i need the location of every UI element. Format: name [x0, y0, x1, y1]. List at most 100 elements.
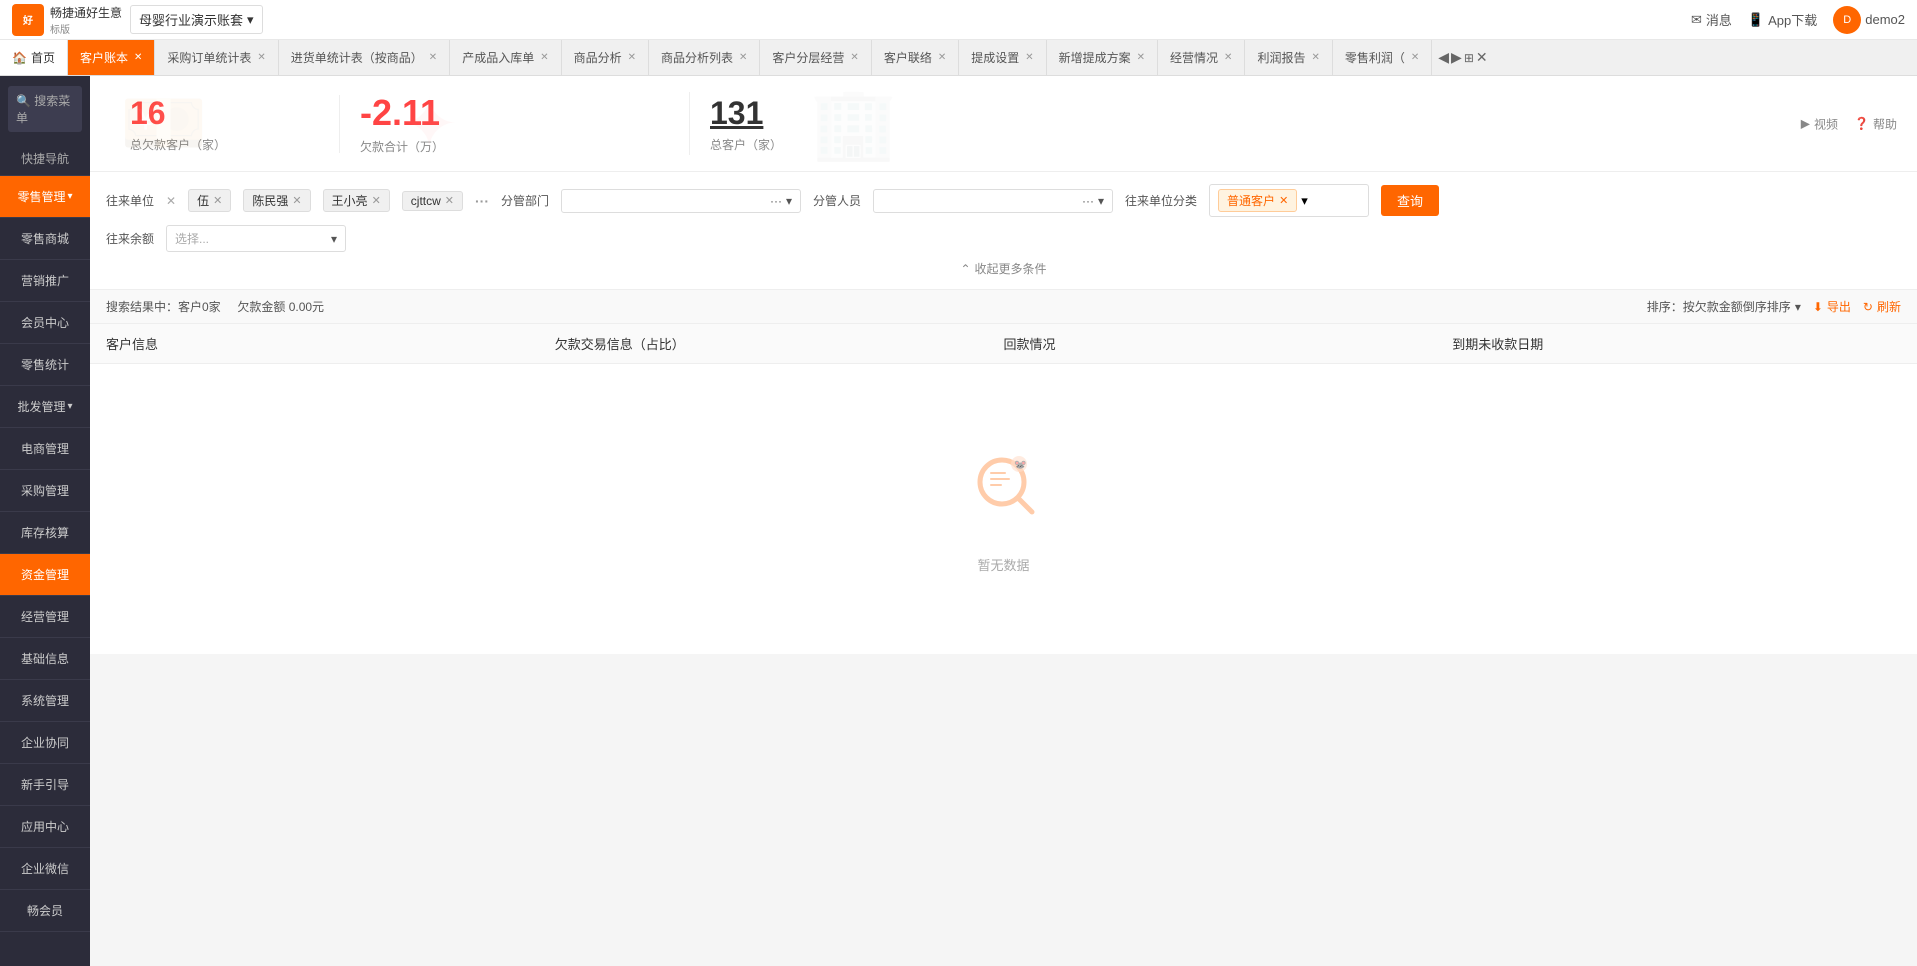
tab-close-icon[interactable]: ✕: [1411, 52, 1419, 63]
export-icon: ⬇: [1813, 300, 1823, 314]
filter-more-tags[interactable]: ···: [475, 193, 489, 209]
nav-arrows: ◀ ▶ ⊞ ✕: [1432, 49, 1493, 66]
tab-purchase-order[interactable]: 采购订单统计表 ✕: [155, 40, 278, 75]
tab-goods-analysis-list[interactable]: 商品分析列表 ✕: [649, 40, 760, 75]
sidebar-item-system-mgmt[interactable]: 系统管理: [0, 680, 90, 722]
sidebar-item-wholesale-mgmt[interactable]: 批发管理 ▾: [0, 386, 90, 428]
logo-area: 好 畅捷通好生意 标版: [12, 4, 122, 36]
sidebar-item-app-center[interactable]: 应用中心: [0, 806, 90, 848]
th-arrears-info: 欠款交易信息（占比）: [555, 334, 1004, 353]
sidebar-item-enterprise-collab[interactable]: 企业协同: [0, 722, 90, 764]
tag-remove-wu[interactable]: ✕: [213, 194, 222, 207]
tab-cost-in[interactable]: 产成品入库单 ✕: [450, 40, 561, 75]
sidebar: 🔍 搜索菜单 快捷导航 零售管理 ▾ 零售商城 营销推广 会员中心 零售统计 批…: [0, 76, 90, 966]
tab-customer-book[interactable]: 客户账本 ✕: [68, 40, 155, 75]
sidebar-item-operation-mgmt[interactable]: 经营管理: [0, 596, 90, 638]
tab-goods-analysis[interactable]: 商品分析 ✕: [562, 40, 649, 75]
collapse-button[interactable]: ⌃ 收起更多条件: [960, 260, 1046, 277]
sidebar-item-purchase-mgmt[interactable]: 采购管理: [0, 470, 90, 512]
table-header: 客户信息 欠款交易信息（占比） 回款情况 到期未收款日期: [90, 324, 1917, 364]
empty-icon: 🐭: [964, 444, 1044, 543]
user-profile[interactable]: D demo2: [1833, 6, 1905, 34]
filter-tag-chen: 陈民强 ✕: [243, 189, 310, 212]
empty-text: 暂无数据: [977, 555, 1029, 574]
search-menu-button[interactable]: 🔍 搜索菜单: [8, 86, 82, 132]
filter-tag-cjttcw: cjttcw ✕: [402, 191, 463, 211]
tab-close-icon[interactable]: ✕: [739, 52, 747, 63]
account-selector[interactable]: 母婴行业演示账套 ▾: [130, 5, 263, 34]
tab-goods-stats[interactable]: 进货单统计表（按商品） ✕: [279, 40, 450, 75]
tab-close-icon[interactable]: ✕: [850, 52, 858, 63]
sidebar-item-finance-mgmt[interactable]: 资金管理: [0, 554, 90, 596]
tab-customer-contact[interactable]: 客户联络 ✕: [872, 40, 959, 75]
tab-close-icon[interactable]: ✕: [1311, 52, 1319, 63]
sidebar-item-retail-mall[interactable]: 零售商城: [0, 218, 90, 260]
tab-promotion-settings[interactable]: 提成设置 ✕: [959, 40, 1046, 75]
stat2-item: -2.11 欠款合计（万）: [340, 92, 690, 155]
result-bar-right: 排序：按欠款金额倒序排序 ▾ ⬇ 导出 ↻ 刷新: [1647, 298, 1901, 315]
tab-close-icon[interactable]: ✕: [1025, 52, 1033, 63]
query-button[interactable]: 查询: [1381, 185, 1439, 216]
person-select[interactable]: ··· ▾: [873, 189, 1113, 213]
sidebar-item-retail-stats[interactable]: 零售统计: [0, 344, 90, 386]
sidebar-item-new-guide[interactable]: 新手引导: [0, 764, 90, 806]
export-button[interactable]: ⬇ 导出: [1813, 298, 1851, 315]
tab-close-icon[interactable]: ✕: [628, 52, 636, 63]
message-icon: ✉: [1691, 12, 1702, 28]
sidebar-item-marketing[interactable]: 营销推广: [0, 260, 90, 302]
tab-close-icon[interactable]: ✕: [540, 52, 548, 63]
sidebar-item-member-center[interactable]: 会员中心: [0, 302, 90, 344]
tag-remove-chen[interactable]: ✕: [292, 194, 301, 207]
tag-remove-cjttcw[interactable]: ✕: [445, 194, 454, 207]
filter-tag-wang: 王小亮 ✕: [323, 189, 390, 212]
tab-close-icon[interactable]: ✕: [1137, 52, 1145, 63]
sidebar-item-retail-mgmt[interactable]: 零售管理 ▾: [0, 176, 90, 218]
video-button[interactable]: ▶ 视频: [1801, 115, 1838, 132]
refresh-button[interactable]: ↻ 刷新: [1863, 298, 1901, 315]
sidebar-item-inventory-check[interactable]: 库存核算: [0, 512, 90, 554]
person-search-icon: ···: [1082, 194, 1094, 208]
result-text: 搜索结果中：客户0家 欠款金额 0.00元: [106, 298, 324, 315]
stat-help-area: ▶ 视频 ❓ 帮助: [1801, 115, 1897, 132]
sidebar-item-quick-nav[interactable]: 快捷导航: [0, 142, 90, 176]
top-bar: 好 畅捷通好生意 标版 母婴行业演示账套 ▾ ✉ 消息 📱 App下载 D de…: [0, 0, 1917, 40]
help-button[interactable]: ❓ 帮助: [1854, 115, 1897, 132]
classify-select[interactable]: 普通客户 ✕ ▾: [1209, 184, 1369, 217]
sidebar-item-enterprise-wechat[interactable]: 企业微信: [0, 848, 90, 890]
tab-home[interactable]: 🏠 首页: [0, 40, 68, 75]
nav-close-all-icon[interactable]: ✕: [1476, 49, 1488, 66]
result-bar: 搜索结果中：客户0家 欠款金额 0.00元 排序：按欠款金额倒序排序 ▾ ⬇ 导…: [90, 290, 1917, 324]
refresh-icon: ↻: [1863, 300, 1873, 314]
dept-label: 分管部门: [501, 192, 549, 209]
sidebar-item-basic-info[interactable]: 基础信息: [0, 638, 90, 680]
message-button[interactable]: ✉ 消息: [1691, 10, 1732, 29]
collapse-row: ⌃ 收起更多条件: [106, 260, 1901, 277]
nav-next-icon[interactable]: ▶: [1451, 49, 1462, 66]
classify-tag-remove[interactable]: ✕: [1279, 194, 1288, 207]
content-area: 💴 16 总欠款客户（家） ✦ -2.11 欠款合计（万） 🏢 131 总客户（…: [90, 76, 1917, 966]
balance-select[interactable]: 选择... ▾: [166, 225, 346, 252]
nav-prev-icon[interactable]: ◀: [1438, 49, 1449, 66]
tab-close-icon[interactable]: ✕: [134, 52, 142, 63]
app-download-button[interactable]: 📱 App下载: [1748, 10, 1817, 29]
sort-selector[interactable]: 排序：按欠款金额倒序排序 ▾: [1647, 298, 1801, 315]
chevron-down-icon: ▾: [247, 12, 254, 28]
tab-business-status[interactable]: 经营情况 ✕: [1158, 40, 1245, 75]
tab-profit-report[interactable]: 利润报告 ✕: [1245, 40, 1332, 75]
nav-expand-icon[interactable]: ⊞: [1464, 51, 1474, 65]
tab-retail-profit[interactable]: 零售利润（ ✕: [1333, 40, 1432, 75]
dept-select[interactable]: ··· ▾: [561, 189, 801, 213]
filter-row-1: 往来单位 ✕ 伍 ✕ 陈民强 ✕ 王小亮 ✕ cjttcw ✕: [106, 184, 1901, 217]
avatar: D: [1833, 6, 1861, 34]
tab-close-icon[interactable]: ✕: [429, 52, 437, 63]
tab-customer-layer[interactable]: 客户分层经营 ✕: [760, 40, 871, 75]
sidebar-item-super-member[interactable]: 畅会员: [0, 890, 90, 932]
nav-tabs: 🏠 首页 客户账本 ✕ 采购订单统计表 ✕ 进货单统计表（按商品） ✕ 产成品入…: [0, 40, 1917, 76]
sidebar-item-ecommerce-mgmt[interactable]: 电商管理: [0, 428, 90, 470]
tab-close-icon[interactable]: ✕: [938, 52, 946, 63]
tab-close-icon[interactable]: ✕: [1224, 52, 1232, 63]
tag-remove-wang[interactable]: ✕: [372, 194, 381, 207]
tab-new-promotion[interactable]: 新增提成方案 ✕: [1047, 40, 1158, 75]
tab-close-icon[interactable]: ✕: [257, 52, 265, 63]
filter-remove-all[interactable]: ✕: [166, 194, 176, 208]
